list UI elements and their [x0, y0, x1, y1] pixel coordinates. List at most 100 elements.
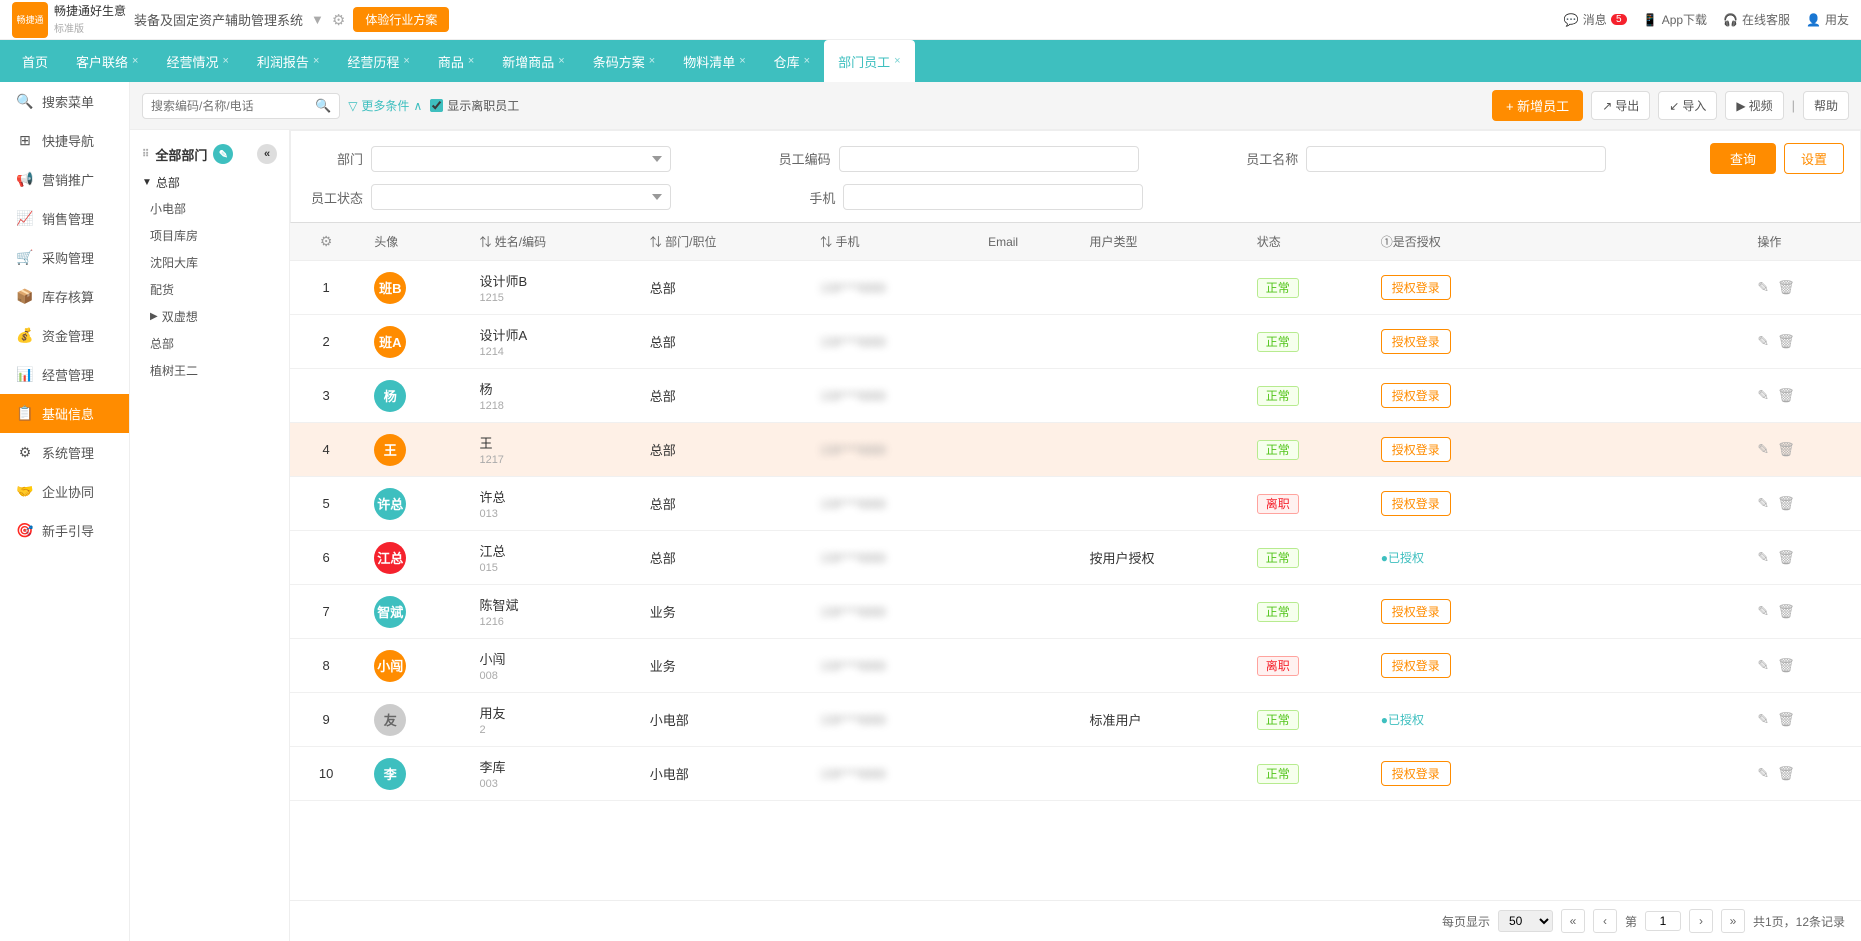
filter-dept-select[interactable] — [371, 146, 671, 172]
edit-icon[interactable]: ✎ — [1757, 279, 1769, 296]
import-button[interactable]: ↙ 导入 — [1658, 91, 1717, 120]
sidebar-item-inventory[interactable]: 📦 库存核算 — [0, 277, 129, 316]
filter-code-input[interactable] — [839, 146, 1139, 172]
tab-close-profit[interactable]: × — [313, 55, 319, 67]
prev-page-btn[interactable]: ‹ — [1593, 909, 1617, 933]
edit-icon[interactable]: ✎ — [1757, 333, 1769, 350]
tab-close-wh[interactable]: × — [804, 55, 810, 67]
set-button[interactable]: 设置 — [1784, 143, 1844, 174]
auth-button[interactable]: 授权登录 — [1381, 437, 1451, 462]
auth-button[interactable]: 授权登录 — [1381, 653, 1451, 678]
delete-icon[interactable]: 🗑 — [1777, 333, 1795, 350]
dept-edit-icon[interactable]: ✎ — [213, 144, 233, 164]
th-dept[interactable]: ⇅ 部门/职位 — [638, 223, 808, 261]
sidebar-item-sales[interactable]: 📈 销售管理 — [0, 199, 129, 238]
tab-close-addgoods[interactable]: × — [558, 55, 564, 67]
help-button[interactable]: 帮助 — [1803, 91, 1849, 120]
filter-name-input[interactable] — [1306, 146, 1606, 172]
delete-icon[interactable]: 🗑 — [1777, 279, 1795, 296]
auth-button[interactable]: 授权登录 — [1381, 599, 1451, 624]
cell-auth[interactable]: 授权登录 — [1369, 423, 1546, 477]
more-filter-btn[interactable]: ▽ 更多条件 ∧ — [348, 97, 422, 114]
tab-close-goods[interactable]: × — [468, 55, 474, 67]
search-icon-btn[interactable]: 🔍 — [315, 98, 331, 114]
tab-business-status[interactable]: 经营情况 × — [152, 40, 242, 82]
delete-icon[interactable]: 🗑 — [1777, 387, 1795, 404]
sidebar-item-marketing[interactable]: 📢 营销推广 — [0, 160, 129, 199]
user-action[interactable]: 👤 用友 — [1806, 11, 1849, 28]
try-button[interactable]: 体验行业方案 — [353, 7, 449, 32]
dept-item-xdbu[interactable]: 小电部 — [130, 195, 289, 222]
page-number-input[interactable] — [1645, 911, 1681, 931]
tab-close-barcode[interactable]: × — [649, 55, 655, 67]
tab-barcode[interactable]: 条码方案 × — [579, 40, 669, 82]
delete-icon[interactable]: 🗑 — [1777, 765, 1795, 782]
delete-icon[interactable]: 🗑 — [1777, 549, 1795, 566]
cell-auth[interactable]: 授权登录 — [1369, 639, 1546, 693]
tab-warehouse[interactable]: 仓库 × — [760, 40, 824, 82]
sidebar-item-purchase[interactable]: 🛒 采购管理 — [0, 238, 129, 277]
dept-item-shenyang[interactable]: 沈阳大库 — [130, 249, 289, 276]
cell-auth[interactable]: 授权登录 — [1369, 369, 1546, 423]
tab-bom[interactable]: 物料清单 × — [669, 40, 759, 82]
dept-item-project[interactable]: 项目库房 — [130, 222, 289, 249]
dept-item-plant[interactable]: 植树王二 — [130, 357, 289, 384]
add-employee-button[interactable]: + 新增员工 — [1492, 90, 1583, 121]
tab-dept-staff[interactable]: 部门员工 × — [824, 40, 914, 82]
tab-close-bs[interactable]: × — [222, 55, 228, 67]
dept-item-shuangxu[interactable]: ▶ 双虚想 — [130, 303, 289, 330]
settings-icon[interactable]: ⚙ — [332, 11, 345, 29]
tab-close-dept[interactable]: × — [894, 55, 900, 67]
last-page-btn[interactable]: » — [1721, 909, 1745, 933]
dept-item-hq-sub[interactable]: 总部 — [130, 330, 289, 357]
tab-profit[interactable]: 利润报告 × — [243, 40, 333, 82]
tab-close-bom[interactable]: × — [739, 55, 745, 67]
edit-icon[interactable]: ✎ — [1757, 711, 1769, 728]
delete-icon[interactable]: 🗑 — [1777, 441, 1795, 458]
app-download-action[interactable]: 📱 App下载 — [1643, 11, 1707, 28]
edit-icon[interactable]: ✎ — [1757, 603, 1769, 620]
auth-button[interactable]: 授权登录 — [1381, 491, 1451, 516]
delete-icon[interactable]: 🗑 — [1777, 603, 1795, 620]
per-page-select[interactable]: 50 20 100 — [1498, 910, 1553, 932]
view-button[interactable]: ▶ 视频 — [1725, 91, 1783, 120]
cell-auth[interactable]: 授权登录 — [1369, 477, 1546, 531]
export-button[interactable]: ↗ 导出 — [1591, 91, 1650, 120]
message-action[interactable]: 💬 消息 5 — [1564, 11, 1627, 28]
sidebar-item-search[interactable]: 🔍 搜索菜单 — [0, 82, 129, 121]
tab-goods[interactable]: 商品 × — [424, 40, 488, 82]
online-service-action[interactable]: 🎧 在线客服 — [1723, 11, 1790, 28]
filter-phone-input[interactable] — [843, 184, 1143, 210]
edit-icon[interactable]: ✎ — [1757, 441, 1769, 458]
first-page-btn[interactable]: « — [1561, 909, 1585, 933]
edit-icon[interactable]: ✎ — [1757, 495, 1769, 512]
dept-section-hq[interactable]: ▼ 总部 — [130, 170, 289, 195]
edit-icon[interactable]: ✎ — [1757, 765, 1769, 782]
show-resigned-label[interactable]: 显示离职员工 — [430, 97, 519, 114]
delete-icon[interactable]: 🗑 — [1777, 495, 1795, 512]
sidebar-item-nav[interactable]: ⊞ 快捷导航 — [0, 121, 129, 160]
sidebar-item-system[interactable]: ⚙ 系统管理 — [0, 433, 129, 472]
dept-collapse-btn[interactable]: « — [257, 144, 277, 164]
cell-auth[interactable]: 授权登录 — [1369, 585, 1546, 639]
sidebar-item-guide[interactable]: 🎯 新手引导 — [0, 511, 129, 550]
th-settings[interactable]: ⚙ — [290, 223, 362, 261]
query-button[interactable]: 查询 — [1710, 143, 1776, 174]
tab-close-customer[interactable]: × — [132, 55, 138, 67]
delete-icon[interactable]: 🗑 — [1777, 657, 1795, 674]
system-title-arrow[interactable]: ▼ — [311, 12, 324, 27]
sidebar-item-collab[interactable]: 🤝 企业协同 — [0, 472, 129, 511]
auth-button[interactable]: 授权登录 — [1381, 761, 1451, 786]
tab-history[interactable]: 经营历程 × — [333, 40, 423, 82]
edit-icon[interactable]: ✎ — [1757, 657, 1769, 674]
dept-item-distribution[interactable]: 配货 — [130, 276, 289, 303]
search-input[interactable] — [151, 99, 311, 113]
search-box[interactable]: 🔍 — [142, 93, 340, 119]
tab-close-history[interactable]: × — [403, 55, 409, 67]
show-resigned-checkbox[interactable] — [430, 99, 443, 112]
auth-button[interactable]: 授权登录 — [1381, 275, 1451, 300]
cell-auth[interactable]: 授权登录 — [1369, 315, 1546, 369]
dept-all-label[interactable]: 全部部门 — [155, 145, 207, 164]
filter-status-select[interactable] — [371, 184, 671, 210]
next-page-btn[interactable]: › — [1689, 909, 1713, 933]
